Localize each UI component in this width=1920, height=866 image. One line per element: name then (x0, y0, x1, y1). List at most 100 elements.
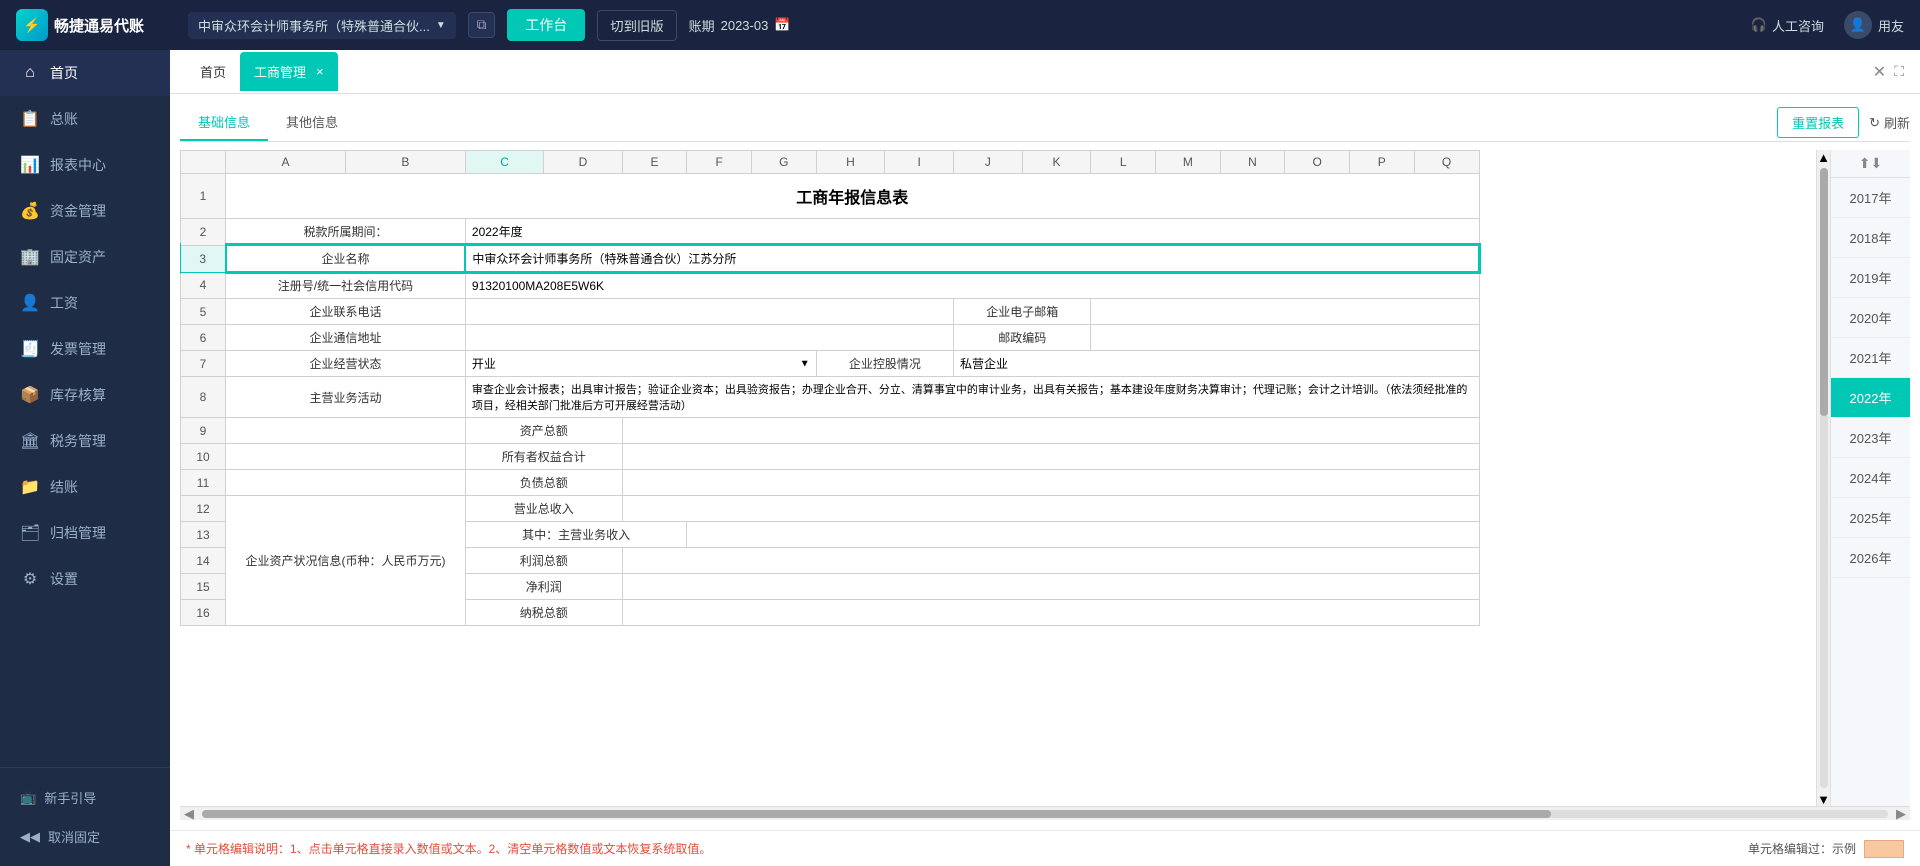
year-2019[interactable]: 2019年 (1831, 258, 1910, 298)
tab-business[interactable]: 工商管理 × (240, 52, 338, 91)
scroll-track (1820, 168, 1828, 788)
old-version-button[interactable]: 切到旧版 (597, 10, 676, 41)
workbench-button[interactable]: 工作台 (507, 9, 585, 41)
main-revenue-value[interactable] (687, 522, 1479, 548)
col-header-k[interactable]: K (1022, 151, 1091, 174)
phone-value[interactable] (465, 299, 953, 325)
close-window-button[interactable]: ✕ (1873, 62, 1886, 82)
sidebar-item-tax[interactable]: 🏛 税务管理 (0, 418, 170, 464)
assets-icon: 🏢 (20, 247, 40, 267)
h-scroll-thumb (202, 810, 1551, 818)
year-2020[interactable]: 2020年 (1831, 298, 1910, 338)
reg-no-value[interactable]: 91320100MA208E5W6K (465, 272, 1479, 299)
sidebar-label-tax: 税务管理 (50, 431, 106, 451)
col-header-g[interactable]: G (751, 151, 816, 174)
col-header-a[interactable]: A (226, 151, 346, 174)
sidebar-label-assets: 固定资产 (50, 247, 106, 267)
company-name-value[interactable]: 中审众环会计师事务所（特殊普通合伙）江苏分所 (465, 245, 1479, 272)
period-value-cell[interactable]: 2022年度 (465, 219, 1479, 246)
col-header-p[interactable]: P (1349, 151, 1414, 174)
user-menu[interactable]: 👤 用友 (1844, 11, 1904, 39)
col-header-f[interactable]: F (687, 151, 752, 174)
col-header-o[interactable]: O (1285, 151, 1350, 174)
col-header-d[interactable]: D (544, 151, 622, 174)
year-2017[interactable]: 2017年 (1831, 178, 1910, 218)
sidebar-item-settings[interactable]: ⚙ 设置 (0, 556, 170, 602)
total-assets-value[interactable] (622, 418, 1479, 444)
main-content: 首页 工商管理 × ✕ ⛶ 基础信息 其他信息 (170, 50, 1920, 866)
sidebar-item-assets[interactable]: 🏢 固定资产 (0, 234, 170, 280)
col-header-e[interactable]: E (622, 151, 687, 174)
sidebar-item-inventory[interactable]: 📦 库存核算 (0, 372, 170, 418)
status-value[interactable]: 开业 ▼ (465, 351, 816, 377)
revenue-value[interactable] (622, 496, 1479, 522)
address-value[interactable] (465, 325, 953, 351)
reg-no-label: 注册号/统一社会信用代码 (226, 272, 466, 299)
net-profit-value[interactable] (622, 574, 1479, 600)
calendar-icon[interactable]: 📅 (774, 17, 790, 33)
year-panel-down-button[interactable]: ⬇ (1871, 155, 1883, 172)
year-panel-up-button[interactable]: ⬆ (1859, 155, 1871, 172)
year-panel-top: ⬆ ⬇ (1831, 150, 1910, 178)
scroll-up-button[interactable]: ▲ (1817, 150, 1830, 164)
copy-button[interactable]: ⧉ (468, 12, 496, 38)
sidebar-item-ledger[interactable]: 📋 总账 (0, 96, 170, 142)
close-books-icon: 📁 (20, 477, 40, 497)
table-row: 9 资产总额 (181, 418, 1480, 444)
refresh-button[interactable]: ↻ 刷新 (1869, 107, 1910, 138)
profit-label: 利润总额 (465, 548, 622, 574)
vertical-scrollbar[interactable]: ▲ ▼ (1816, 150, 1830, 806)
col-header-l[interactable]: L (1091, 151, 1156, 174)
support-button[interactable]: 🎧 人工咨询 (1751, 16, 1824, 35)
horizontal-scrollbar[interactable]: ◀ ▶ (180, 806, 1910, 820)
year-2025[interactable]: 2025年 (1831, 498, 1910, 538)
sidebar-item-close[interactable]: 📁 结账 (0, 464, 170, 510)
year-2022[interactable]: 2022年 (1831, 378, 1910, 418)
col-header-n[interactable]: N (1220, 151, 1285, 174)
year-2023[interactable]: 2023年 (1831, 418, 1910, 458)
col-header-q[interactable]: Q (1414, 151, 1479, 174)
holding-value[interactable]: 私营企业 (954, 351, 1479, 377)
equity-value[interactable] (622, 444, 1479, 470)
sidebar-item-archive[interactable]: 🗂 归档管理 (0, 510, 170, 556)
scroll-thumb (1820, 168, 1828, 416)
year-2024[interactable]: 2024年 (1831, 458, 1910, 498)
col-header-m[interactable]: M (1156, 151, 1221, 174)
profit-value[interactable] (622, 548, 1479, 574)
reports-icon: 📊 (20, 155, 40, 175)
sidebar-item-home[interactable]: ⌂ 首页 (0, 50, 170, 96)
new-user-guide[interactable]: 📺 新手引导 (0, 778, 170, 817)
email-value[interactable] (1091, 299, 1479, 325)
year-2026[interactable]: 2026年 (1831, 538, 1910, 578)
tab-home[interactable]: 首页 (186, 52, 240, 91)
edit-hint: * 单元格编辑说明：1、点击单元格直接录入数值或文本。2、清空单元格数值或文本恢… (186, 840, 711, 857)
sidebar-item-salary[interactable]: 👤 工资 (0, 280, 170, 326)
maximize-button[interactable]: ⛶ (1894, 62, 1904, 82)
h-scroll-right-button[interactable]: ▶ (1892, 806, 1910, 821)
col-header-i[interactable]: I (885, 151, 954, 174)
tab-close-icon[interactable]: × (316, 64, 324, 79)
col-header-j[interactable]: J (954, 151, 1023, 174)
col-header-b[interactable]: B (345, 151, 465, 174)
year-2018[interactable]: 2018年 (1831, 218, 1910, 258)
sidebar-item-invoice[interactable]: 🧾 发票管理 (0, 326, 170, 372)
topbar: ⚡ 畅捷通易代账 中审众环会计师事务所（特殊普通合伙... ▼ ⧉ 工作台 切到… (0, 0, 1920, 50)
h-scroll-left-button[interactable]: ◀ (180, 806, 198, 821)
sidebar-bottom: 📺 新手引导 ◀◀ 取消固定 (0, 767, 170, 866)
sub-tab-basic[interactable]: 基础信息 (180, 104, 268, 141)
sidebar-item-funds[interactable]: 💰 资金管理 (0, 188, 170, 234)
reset-report-button[interactable]: 重置报表 (1777, 107, 1859, 138)
tax-total-value[interactable] (622, 600, 1479, 626)
company-selector[interactable]: 中审众环会计师事务所（特殊普通合伙... ▼ (188, 12, 456, 39)
liabilities-value[interactable] (622, 470, 1479, 496)
scroll-down-button[interactable]: ▼ (1817, 792, 1830, 806)
col-header-c[interactable]: C (465, 151, 543, 174)
unpin-sidebar[interactable]: ◀◀ 取消固定 (0, 817, 170, 856)
year-2021[interactable]: 2021年 (1831, 338, 1910, 378)
postcode-value[interactable] (1091, 325, 1479, 351)
sub-tab-other[interactable]: 其他信息 (268, 104, 356, 141)
business-value[interactable]: 审查企业会计报表；出具审计报告；验证企业资本；出具验资报告；办理企业合开、分立、… (465, 377, 1479, 418)
sidebar-item-reports[interactable]: 📊 报表中心 (0, 142, 170, 188)
col-header-h[interactable]: H (816, 151, 885, 174)
spreadsheet[interactable]: A B C D E F G H I J (180, 150, 1816, 806)
